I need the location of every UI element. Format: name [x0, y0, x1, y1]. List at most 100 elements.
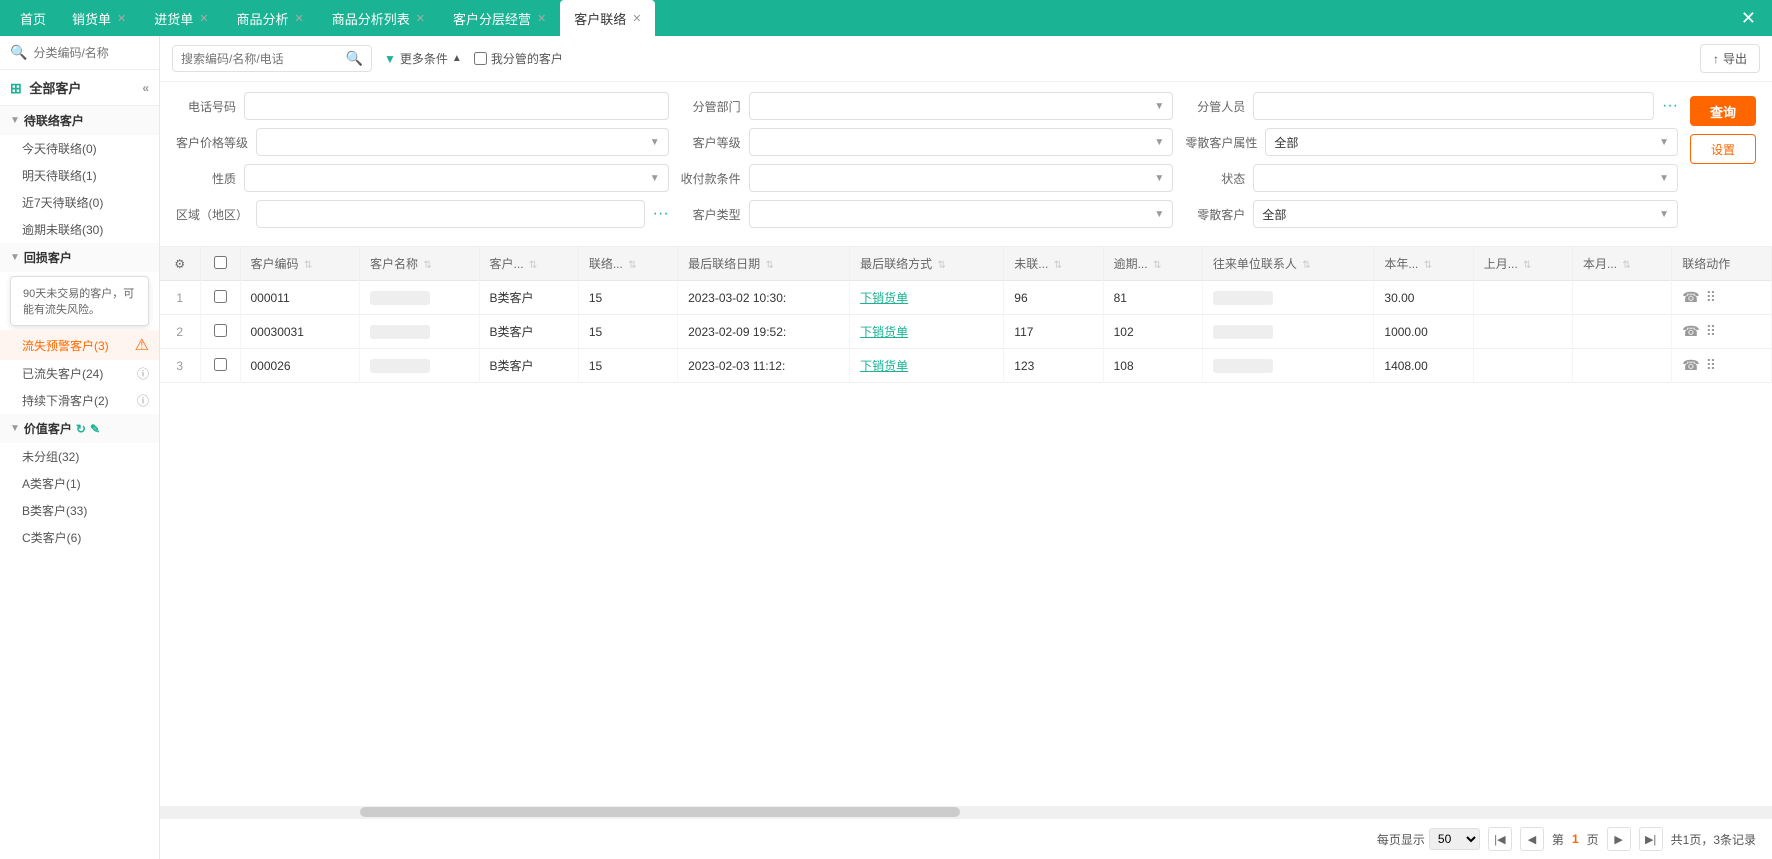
tab-analysis-list-close[interactable]: ✕ — [416, 12, 425, 25]
edit-icon[interactable]: ✎ — [90, 422, 100, 436]
row-check[interactable] — [200, 315, 240, 349]
col-check[interactable] — [200, 247, 240, 281]
my-customers-checkbox[interactable] — [474, 52, 487, 65]
last-page-btn[interactable]: ▶| — [1639, 827, 1663, 851]
tab-analysis-close[interactable]: ✕ — [295, 12, 304, 25]
action-contact-icon[interactable]: ☎ — [1682, 323, 1699, 340]
sort-arrows-uncontact[interactable]: ⇅ — [1054, 260, 1062, 271]
query-button[interactable]: 查询 — [1690, 96, 1756, 126]
action-more-icon[interactable]: ⠿ — [1706, 323, 1716, 340]
sort-arrows-overdue[interactable]: ⇅ — [1153, 260, 1161, 271]
scrollbar-thumb[interactable] — [360, 807, 960, 817]
row-last-type[interactable]: 下销货单 — [850, 281, 1004, 315]
settings-col-icon[interactable]: ⚙ — [174, 257, 185, 271]
scatter-attr-select[interactable]: 全部 ▼ — [1265, 128, 1678, 156]
sidebar-item-today[interactable]: 今天待联络(0) — [0, 135, 159, 162]
customer-type-select[interactable]: ▼ — [749, 200, 1174, 228]
row-last-date: 2023-03-02 10:30: — [678, 281, 850, 315]
sort-arrows-this-year[interactable]: ⇅ — [1424, 260, 1432, 271]
sidebar-item-convert-down[interactable]: 持续下滑客户(2) ⓘ — [0, 387, 159, 414]
row-checkbox-2[interactable] — [214, 358, 227, 371]
sort-arrows-last-type[interactable]: ⇅ — [937, 260, 945, 271]
per-page-select[interactable]: 50 100 — [1429, 828, 1480, 850]
next-page-btn[interactable]: ▶ — [1607, 827, 1631, 851]
tab-customer-tier[interactable]: 客户分层经营 ✕ — [439, 0, 560, 36]
sidebar-item-loss-predict[interactable]: 流失预警客户(3) ⚠ — [0, 330, 159, 360]
price-grade-select[interactable]: ▼ — [256, 128, 669, 156]
select-all-checkbox[interactable] — [214, 256, 227, 269]
action-contact-icon[interactable]: ☎ — [1682, 357, 1699, 374]
person-select[interactable] — [1253, 92, 1654, 120]
last-type-link[interactable]: 下销货单 — [860, 291, 908, 305]
nature-select[interactable]: ▼ — [244, 164, 669, 192]
phone-input[interactable] — [244, 92, 669, 120]
scatter-customer-select[interactable]: 全部 ▼ — [1253, 200, 1678, 228]
row-check[interactable] — [200, 349, 240, 383]
sidebar-item-overdue-contact[interactable]: 逾期未联络(30) — [0, 216, 159, 243]
person-dots-btn[interactable]: ··· — [1662, 97, 1678, 115]
sidebar-item-a-class[interactable]: A类客户(1) — [0, 470, 159, 497]
sidebar-item-b-class[interactable]: B类客户(33) — [0, 497, 159, 524]
sidebar-all-customers[interactable]: ⊞ 全部客户 « — [0, 70, 159, 106]
horizontal-scrollbar[interactable] — [160, 806, 1772, 818]
payment-select[interactable]: ▼ — [749, 164, 1174, 192]
sidebar-section-lost[interactable]: ▼ 回损客户 — [0, 243, 159, 272]
row-check[interactable] — [200, 281, 240, 315]
customer-grade-select[interactable]: ▼ — [749, 128, 1174, 156]
sort-arrows-contact-person[interactable]: ⇅ — [1302, 260, 1310, 271]
last-type-link[interactable]: 下销货单 — [860, 359, 908, 373]
sidebar-section-value[interactable]: ▼ 价值客户 ↻ ✎ — [0, 414, 159, 443]
sidebar-item-c-class[interactable]: C类客户(6) — [0, 524, 159, 551]
row-last-type[interactable]: 下销货单 — [850, 349, 1004, 383]
tab-customer-tier-close[interactable]: ✕ — [537, 12, 546, 25]
sort-arrows-last-date[interactable]: ⇅ — [765, 260, 773, 271]
sort-arrows-contact[interactable]: ⇅ — [628, 260, 636, 271]
row-last-type[interactable]: 下销货单 — [850, 315, 1004, 349]
nature-label: 性质 — [176, 170, 236, 187]
export-button[interactable]: ↑ 导出 — [1700, 44, 1760, 73]
settings-button[interactable]: 设置 — [1690, 134, 1756, 164]
window-close-button[interactable]: ✕ — [1733, 8, 1764, 29]
tab-purchase[interactable]: 进货单 ✕ — [140, 0, 222, 36]
filter-search-icon[interactable]: 🔍 — [346, 50, 363, 67]
last-type-link[interactable]: 下销货单 — [860, 325, 908, 339]
more-conditions-btn[interactable]: ▼ 更多条件 ▲ — [384, 50, 462, 67]
dept-select[interactable]: ▼ — [749, 92, 1174, 120]
action-contact-icon[interactable]: ☎ — [1682, 289, 1699, 306]
tab-sales[interactable]: 销货单 ✕ — [58, 0, 140, 36]
prev-page-btn[interactable]: ◀ — [1520, 827, 1544, 851]
sidebar-item-week[interactable]: 近7天待联络(0) — [0, 189, 159, 216]
tab-purchase-close[interactable]: ✕ — [199, 12, 208, 25]
my-customers-checkbox-container[interactable]: 我分管的客户 — [474, 50, 563, 67]
action-more-icon[interactable]: ⠿ — [1706, 357, 1716, 374]
filter-search-input[interactable] — [181, 52, 340, 66]
sort-arrows-last-month[interactable]: ⇅ — [1523, 260, 1531, 271]
status-select[interactable]: ▼ — [1253, 164, 1678, 192]
col-settings[interactable]: ⚙ — [160, 247, 200, 281]
first-page-btn[interactable]: |◀ — [1488, 827, 1512, 851]
action-more-icon[interactable]: ⠿ — [1706, 289, 1716, 306]
sidebar-section-pending[interactable]: ▼ 待联络客户 — [0, 106, 159, 135]
sidebar-item-tomorrow[interactable]: 明天待联络(1) — [0, 162, 159, 189]
sidebar-item-already-lost[interactable]: 已流失客户(24) ⓘ — [0, 360, 159, 387]
sort-arrows-code[interactable]: ⇅ — [304, 260, 312, 271]
tab-sales-close[interactable]: ✕ — [117, 12, 126, 25]
sort-arrows-name[interactable]: ⇅ — [423, 260, 431, 271]
refresh-icon[interactable]: ↻ — [76, 422, 86, 436]
table-header-row: ⚙ 客户编码 ⇅ 客户名称 ⇅ — [160, 247, 1772, 281]
tab-home[interactable]: 首页 — [8, 0, 58, 36]
tab-customer-contact[interactable]: 客户联络 ✕ — [560, 0, 655, 36]
sort-arrows-this-month[interactable]: ⇅ — [1622, 260, 1630, 271]
tab-analysis-list[interactable]: 商品分析列表 ✕ — [318, 0, 439, 36]
region-select[interactable] — [256, 200, 645, 228]
region-dots-btn[interactable]: ··· — [653, 205, 669, 223]
sort-arrows-type[interactable]: ⇅ — [529, 260, 537, 271]
sidebar-search-container: 🔍 — [0, 36, 159, 70]
tab-analysis[interactable]: 商品分析 ✕ — [222, 0, 317, 36]
row-checkbox-0[interactable] — [214, 290, 227, 303]
row-checkbox-1[interactable] — [214, 324, 227, 337]
tab-customer-contact-close[interactable]: ✕ — [632, 12, 641, 25]
col-name-label: 客户名称 — [370, 257, 418, 271]
sidebar-item-ungraded[interactable]: 未分组(32) — [0, 443, 159, 470]
sidebar-search-input[interactable] — [33, 46, 149, 60]
